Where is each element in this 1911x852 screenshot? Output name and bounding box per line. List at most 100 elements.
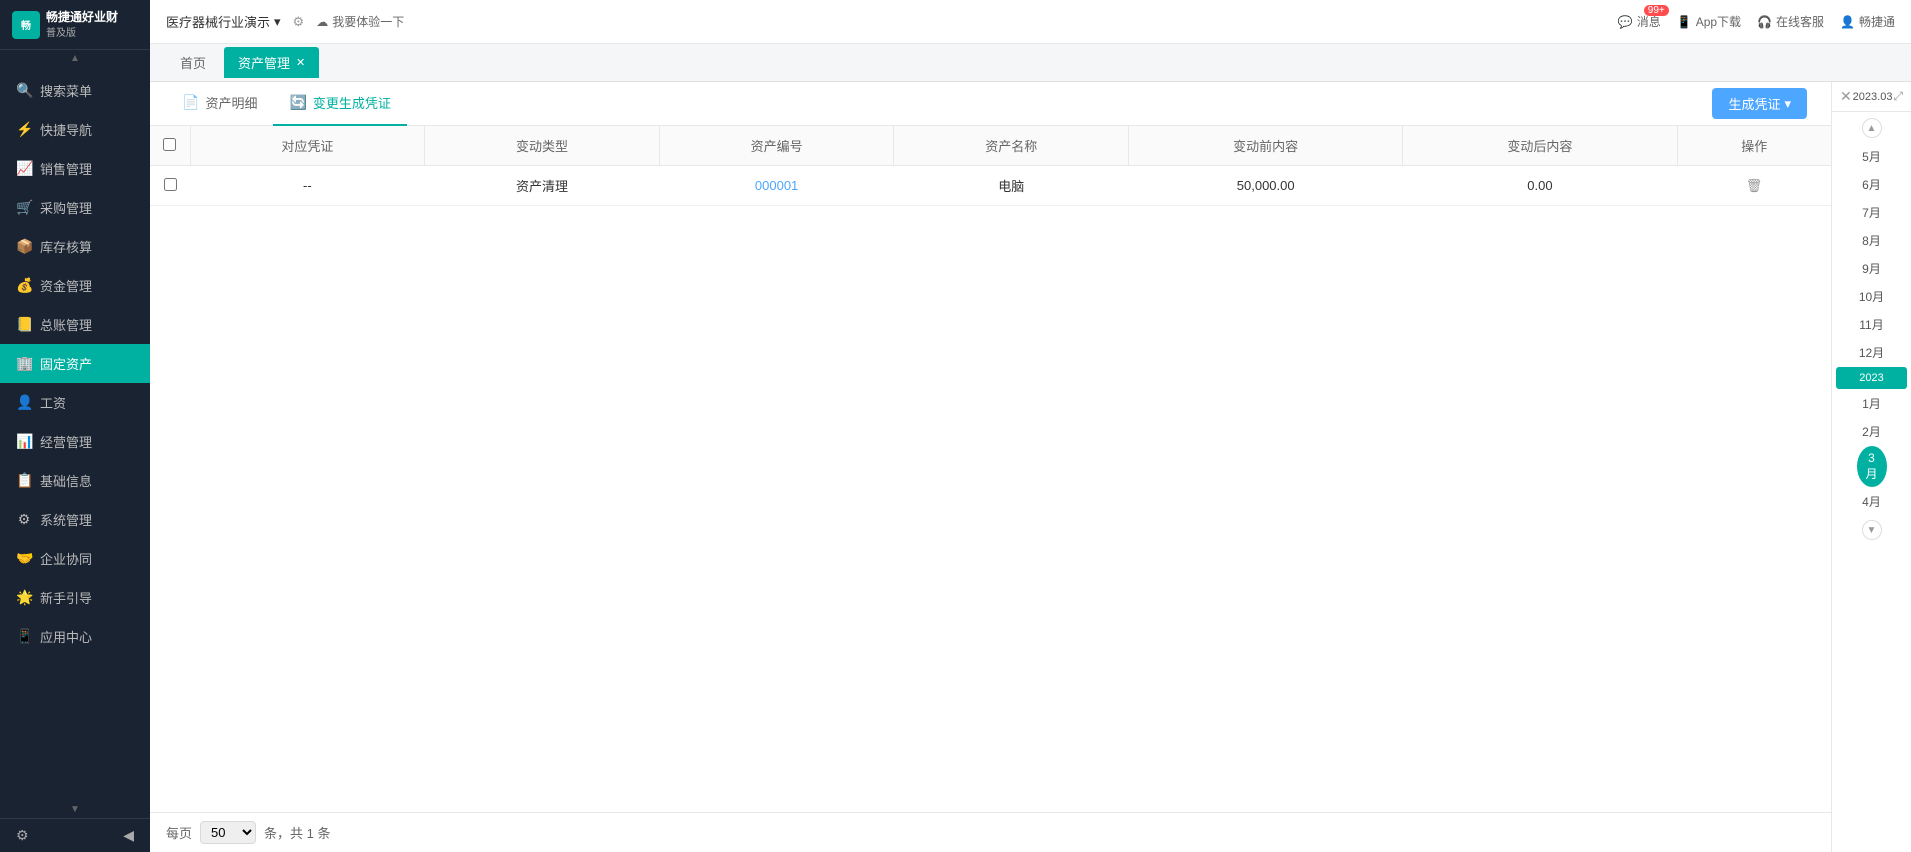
calendar-month-2月[interactable]: 2月 bbox=[1836, 418, 1907, 445]
app-download-label: App下载 bbox=[1696, 13, 1741, 30]
tab-label-home: 首页 bbox=[180, 56, 206, 71]
row-asset-name-0: 电脑 bbox=[894, 166, 1129, 206]
sidebar-item-quick-nav[interactable]: ⚡快捷导航 bbox=[0, 110, 150, 149]
nav-label-sales: 销售管理 bbox=[40, 159, 92, 178]
asset-table: 对应凭证变动类型资产编号资产名称变动前内容变动后内容操作 -- 资产清理 000… bbox=[150, 126, 1831, 206]
generate-voucher-label: 生成凭证 bbox=[1728, 94, 1780, 113]
nav-icon-search: 🔍 bbox=[16, 82, 32, 99]
app-icon: 📱 bbox=[1677, 15, 1692, 29]
user-label: 畅捷通 bbox=[1859, 13, 1895, 30]
sub-tab-asset-detail[interactable]: 📄资产明细 bbox=[166, 82, 273, 126]
sub-tabs: 📄资产明细🔄变更生成凭证 生成凭证 ▾ bbox=[150, 82, 1831, 126]
calendar-nav-up[interactable]: ▲ bbox=[1832, 114, 1911, 142]
sidebar-item-search[interactable]: 🔍搜索菜单 bbox=[0, 71, 150, 110]
row-checkbox-0[interactable] bbox=[164, 178, 177, 191]
inner-content: 📄资产明细🔄变更生成凭证 生成凭证 ▾ 对应凭证变动类型资产编号资产名称变动前内… bbox=[150, 82, 1831, 852]
sidebar-item-guide[interactable]: 🌟新手引导 bbox=[0, 578, 150, 617]
topbar-right: 💬 消息 99+ 📱 App下载 🎧 在线客服 👤 畅捷通 bbox=[1618, 13, 1895, 30]
nav-icon-inventory: 📦 bbox=[16, 238, 32, 255]
col-header-checkbox bbox=[150, 126, 190, 166]
scroll-down[interactable]: ▼ bbox=[0, 801, 150, 818]
calendar-month-12月[interactable]: 12月 bbox=[1836, 339, 1907, 366]
sidebar-nav: 🔍搜索菜单⚡快捷导航📈销售管理🛒采购管理 📦 库存核算 💰资金管理 📒 总账管理 🏢固定资产… bbox=[0, 67, 150, 801]
calendar-month-9月[interactable]: 9月 bbox=[1836, 255, 1907, 282]
nav-icon-payroll: 👤 bbox=[16, 394, 32, 411]
nav-label-app-center: 应用中心 bbox=[40, 627, 92, 646]
calendar-month-6月[interactable]: 6月 bbox=[1836, 171, 1907, 198]
calendar-expand-icon[interactable]: ⤢ bbox=[1893, 89, 1903, 104]
user-avatar[interactable]: 👤 畅捷通 bbox=[1840, 13, 1895, 30]
tab-close-asset-management[interactable]: ✕ bbox=[296, 56, 305, 69]
settings-icon[interactable]: ⚙ bbox=[16, 827, 29, 844]
sidebar-item-basic-info[interactable]: 📋基础信息 bbox=[0, 461, 150, 500]
table-row: -- 资产清理 000001 电脑 50,000.00 0.00 🗑 bbox=[150, 166, 1831, 206]
headset-icon: 🎧 bbox=[1757, 15, 1772, 29]
messages-button[interactable]: 💬 消息 99+ bbox=[1618, 13, 1661, 30]
nav-icon-app-center: 📱 bbox=[16, 628, 32, 645]
calendar-year-badge[interactable]: 2023 bbox=[1836, 367, 1907, 389]
logo-main-text: 畅捷通好业财 bbox=[46, 10, 118, 24]
feedback-button[interactable]: ☁ 我要体验一下 bbox=[316, 13, 404, 30]
per-page-select[interactable]: 102050100 bbox=[200, 821, 256, 844]
calendar-up-btn[interactable]: ▲ bbox=[1862, 118, 1882, 138]
collapse-icon[interactable]: ◀ bbox=[123, 827, 134, 844]
calendar-items: ▲ 5月6月7月8月9月10月11月12月20231月2月3月4月 ▼ bbox=[1832, 112, 1911, 852]
app-download-button[interactable]: 📱 App下载 bbox=[1677, 13, 1741, 30]
calendar-close-icon[interactable]: ✕ bbox=[1840, 88, 1852, 105]
calendar-month-11月[interactable]: 11月 bbox=[1836, 311, 1907, 338]
col-header-operation: 操作 bbox=[1677, 126, 1831, 166]
nav-icon-funds: 💰 bbox=[16, 277, 32, 294]
select-all-checkbox[interactable] bbox=[163, 138, 176, 151]
calendar-month-5月[interactable]: 5月 bbox=[1836, 143, 1907, 170]
settings-gear-icon[interactable]: ⚙ bbox=[293, 14, 305, 30]
sidebar-item-sales[interactable]: 📈销售管理 bbox=[0, 149, 150, 188]
sub-tab-change-voucher[interactable]: 🔄变更生成凭证 bbox=[273, 82, 406, 126]
sub-tab-icon-asset-detail: 📄 bbox=[182, 94, 199, 111]
nav-label-inventory: 库存核算 bbox=[40, 237, 92, 256]
calendar-nav-down[interactable]: ▼ bbox=[1832, 516, 1911, 544]
generate-voucher-button[interactable]: 生成凭证 ▾ bbox=[1712, 88, 1807, 119]
calendar-month-8月[interactable]: 8月 bbox=[1836, 227, 1907, 254]
sidebar-item-app-center[interactable]: 📱 应用中心 bbox=[0, 617, 150, 656]
table-container: 对应凭证变动类型资产编号资产名称变动前内容变动后内容操作 -- 资产清理 000… bbox=[150, 126, 1831, 812]
nav-icon-basic-info: 📋 bbox=[16, 472, 32, 489]
nav-label-ledger: 总账管理 bbox=[40, 315, 92, 334]
tab-home[interactable]: 首页 bbox=[166, 47, 220, 78]
sidebar-item-enterprise[interactable]: 🤝企业协同 bbox=[0, 539, 150, 578]
calendar-month-7月[interactable]: 7月 bbox=[1836, 199, 1907, 226]
calendar-year-display: 2023.03 bbox=[1853, 91, 1893, 103]
tab-asset-management[interactable]: 资产管理✕ bbox=[224, 47, 319, 78]
calendar-month-4月[interactable]: 4月 bbox=[1836, 488, 1907, 515]
nav-label-fixed-assets: 固定资产 bbox=[40, 354, 92, 373]
sidebar-item-inventory[interactable]: 📦 库存核算 bbox=[0, 227, 150, 266]
sidebar-item-fixed-assets[interactable]: 🏢固定资产 bbox=[0, 344, 150, 383]
row-before-change-0: 50,000.00 bbox=[1129, 166, 1403, 206]
logo-icon: 畅 bbox=[12, 11, 40, 39]
nav-icon-purchase: 🛒 bbox=[16, 199, 32, 216]
customer-service-button[interactable]: 🎧 在线客服 bbox=[1757, 13, 1824, 30]
nav-icon-ledger: 📒 bbox=[16, 316, 32, 333]
dropdown-icon: ▾ bbox=[274, 14, 281, 30]
calendar-month-3月[interactable]: 3月 bbox=[1857, 446, 1887, 487]
calendar-header: ✕ 2023.03 ⤢ bbox=[1832, 82, 1911, 112]
nav-icon-operations: 📊 bbox=[16, 433, 32, 450]
row-after-change-0: 0.00 bbox=[1403, 166, 1677, 206]
total-count-label: 条，共 1 条 bbox=[264, 823, 330, 842]
sidebar-item-ledger[interactable]: 📒 总账管理 bbox=[0, 305, 150, 344]
calendar-month-1月[interactable]: 1月 bbox=[1836, 390, 1907, 417]
nav-icon-quick-nav: ⚡ bbox=[16, 121, 32, 138]
sidebar-item-funds[interactable]: 💰资金管理 bbox=[0, 266, 150, 305]
scroll-up[interactable]: ▲ bbox=[0, 50, 150, 67]
customer-service-label: 在线客服 bbox=[1776, 13, 1824, 30]
sidebar-item-purchase[interactable]: 🛒采购管理 bbox=[0, 188, 150, 227]
delete-icon-0[interactable]: 🗑 bbox=[1746, 178, 1763, 193]
calendar-month-10月[interactable]: 10月 bbox=[1836, 283, 1907, 310]
message-icon: 💬 bbox=[1618, 15, 1633, 29]
sidebar-item-system[interactable]: ⚙系统管理 bbox=[0, 500, 150, 539]
company-selector[interactable]: 医疗器械行业演示 ▾ bbox=[166, 12, 281, 31]
feedback-icon: ☁ bbox=[316, 15, 328, 29]
sidebar-item-payroll[interactable]: 👤工资 bbox=[0, 383, 150, 422]
sidebar-item-operations[interactable]: 📊经营管理 bbox=[0, 422, 150, 461]
calendar-down-btn[interactable]: ▼ bbox=[1862, 520, 1882, 540]
col-header-voucher: 对应凭证 bbox=[190, 126, 425, 166]
